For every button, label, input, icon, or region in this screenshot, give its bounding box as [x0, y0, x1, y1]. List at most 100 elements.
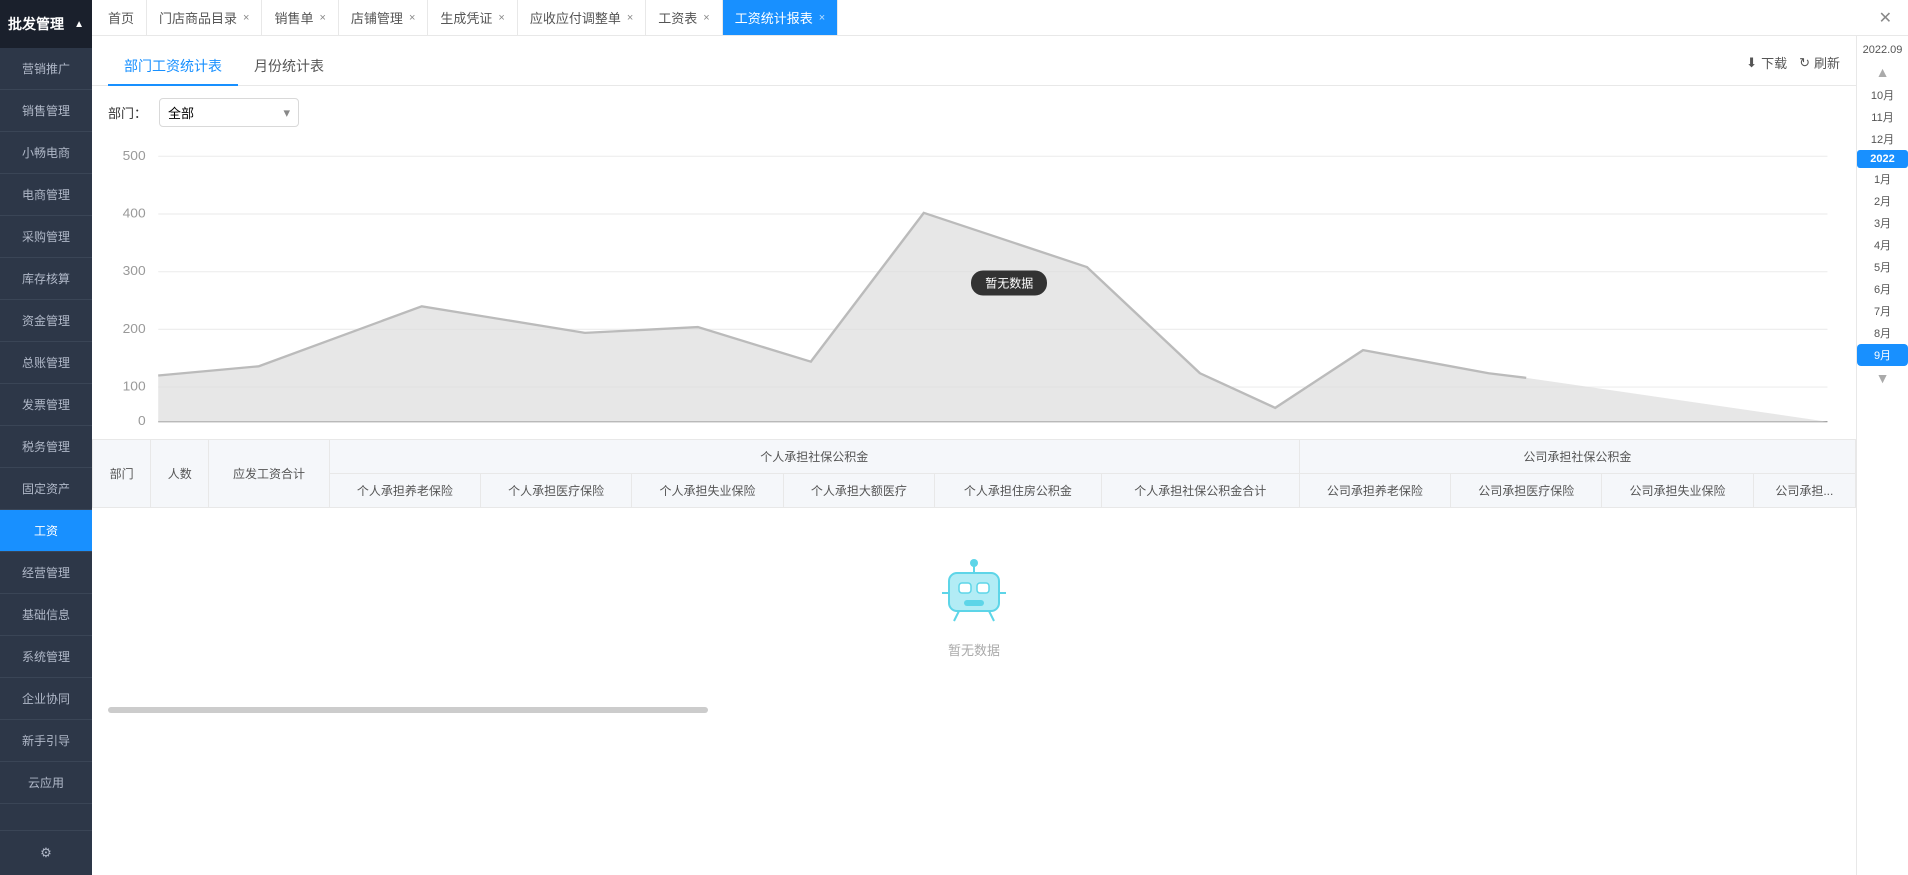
refresh-icon: ↻	[1799, 55, 1810, 71]
sidebar-item-电商管理[interactable]: 电商管理	[0, 174, 92, 216]
sub-tab-月份统计表[interactable]: 月份统计表	[238, 48, 340, 86]
sidebar-title: 批发管理	[8, 14, 64, 34]
timeline-year-label[interactable]: 2022.09	[1857, 40, 1908, 60]
download-button[interactable]: ⬇ 下载	[1746, 53, 1787, 72]
tab-close-icon[interactable]: ×	[409, 12, 415, 24]
sidebar-item-企业协同[interactable]: 企业协同	[0, 678, 92, 720]
data-table: 部门 人数 应发工资合计 个人承担社保公积金 公司承担社保公积金 个人承担养老保…	[92, 439, 1856, 699]
timeline-month-11[interactable]: 11月	[1857, 106, 1908, 128]
refresh-button[interactable]: ↻ 刷新	[1799, 53, 1840, 72]
sub-tab-actions: ⬇ 下载 ↻ 刷新	[1746, 53, 1840, 80]
timeline-year-2022[interactable]: 2022	[1857, 150, 1908, 168]
th-company-insurance: 公司承担社保公积金	[1299, 440, 1855, 474]
th-p-total: 个人承担社保公积金合计	[1101, 474, 1299, 508]
filter-bar: 部门： 全部 ▾	[92, 86, 1856, 139]
timeline-month-10[interactable]: 10月	[1857, 84, 1908, 106]
timeline-panel: 2022.09 ▲ 10月 11月 12月 2022 1月 2月 3月 4月 5…	[1856, 36, 1908, 875]
tab-list: 首页门店商品目录×销售单×店铺管理×生成凭证×应收应付调整单×工资表×工资统计报…	[96, 0, 1867, 36]
th-c-medical: 公司承担医疗保险	[1451, 474, 1602, 508]
tab-close-icon[interactable]: ×	[819, 12, 825, 24]
sidebar-item-固定资产[interactable]: 固定资产	[0, 468, 92, 510]
svg-text:300: 300	[123, 264, 146, 278]
tab-close-icon[interactable]: ×	[498, 12, 504, 24]
sidebar-item-经营管理[interactable]: 经营管理	[0, 552, 92, 594]
tab-生成凭证[interactable]: 生成凭证×	[428, 0, 517, 36]
svg-text:500: 500	[123, 148, 146, 162]
th-c-pension: 公司承担养老保险	[1299, 474, 1450, 508]
th-p-housing: 个人承担住房公积金	[935, 474, 1102, 508]
empty-robot-icon	[934, 548, 1014, 628]
sidebar-item-采购管理[interactable]: 采购管理	[0, 216, 92, 258]
tab-门店商品目录[interactable]: 门店商品目录×	[147, 0, 262, 36]
tab-工资表[interactable]: 工资表×	[646, 0, 722, 36]
tab-首页[interactable]: 首页	[96, 0, 147, 36]
tab-销售单[interactable]: 销售单×	[262, 0, 338, 36]
main-area: 首页门店商品目录×销售单×店铺管理×生成凭证×应收应付调整单×工资表×工资统计报…	[92, 0, 1908, 875]
timeline-month-8[interactable]: 8月	[1857, 322, 1908, 344]
timeline-up-arrow[interactable]: ▲	[1876, 60, 1890, 84]
timeline-month-2[interactable]: 2月	[1857, 190, 1908, 212]
sidebar-item-发票管理[interactable]: 发票管理	[0, 384, 92, 426]
sidebar-item-小畅电商[interactable]: 小畅电商	[0, 132, 92, 174]
sub-tabs: 部门工资统计表月份统计表 ⬇ 下载 ↻ 刷新	[92, 36, 1856, 86]
timeline-month-5[interactable]: 5月	[1857, 256, 1908, 278]
svg-text:400: 400	[123, 206, 146, 220]
sidebar-footer[interactable]: ⚙	[0, 830, 92, 875]
tab-close-icon[interactable]: ×	[703, 12, 709, 24]
timeline-month-6[interactable]: 6月	[1857, 278, 1908, 300]
download-label: 下载	[1761, 53, 1787, 72]
tab-close-icon[interactable]: ×	[243, 12, 249, 24]
sidebar-item-新手引导[interactable]: 新手引导	[0, 720, 92, 762]
chevron-down-icon: ▾	[283, 105, 290, 121]
sidebar-item-销售管理[interactable]: 销售管理	[0, 90, 92, 132]
th-p-pension: 个人承担养老保险	[329, 474, 480, 508]
filter-dept-value: 全部	[168, 103, 194, 122]
close-all-button[interactable]: ✕	[1867, 8, 1904, 28]
sidebar-item-系统管理[interactable]: 系统管理	[0, 636, 92, 678]
sidebar-header[interactable]: 批发管理 ▲	[0, 0, 92, 48]
tab-工资统计报表[interactable]: 工资统计报表×	[723, 0, 838, 36]
empty-label: 暂无数据	[948, 640, 1000, 659]
tab-bar: 首页门店商品目录×销售单×店铺管理×生成凭证×应收应付调整单×工资表×工资统计报…	[92, 0, 1908, 36]
refresh-label: 刷新	[1814, 53, 1840, 72]
timeline-month-1[interactable]: 1月	[1857, 168, 1908, 190]
sidebar-item-税务管理[interactable]: 税务管理	[0, 426, 92, 468]
th-c-more: 公司承担...	[1753, 474, 1855, 508]
settings-icon: ⚙	[40, 845, 52, 860]
timeline-month-4[interactable]: 4月	[1857, 234, 1908, 256]
page-content: 部门工资统计表月份统计表 ⬇ 下载 ↻ 刷新 部门： 全部 ▾	[92, 36, 1856, 875]
tab-close-icon[interactable]: ×	[319, 12, 325, 24]
sidebar-items: 营销推广销售管理小畅电商电商管理采购管理库存核算资金管理总账管理发票管理税务管理…	[0, 48, 92, 804]
table-header-row2: 个人承担养老保险 个人承担医疗保险 个人承担失业保险 个人承担大额医疗 个人承担…	[93, 474, 1856, 508]
sub-tab-部门工资统计表[interactable]: 部门工资统计表	[108, 48, 238, 86]
timeline-month-3[interactable]: 3月	[1857, 212, 1908, 234]
tab-应收应付调整单[interactable]: 应收应付调整单×	[518, 0, 646, 36]
svg-text:0: 0	[138, 414, 146, 428]
sidebar-item-营销推广[interactable]: 营销推广	[0, 48, 92, 90]
sidebar-item-总账管理[interactable]: 总账管理	[0, 342, 92, 384]
timeline-down-arrow[interactable]: ▼	[1876, 366, 1890, 390]
table-header-row1: 部门 人数 应发工资合计 个人承担社保公积金 公司承担社保公积金	[93, 440, 1856, 474]
table-container[interactable]: 部门 人数 应发工资合计 个人承担社保公积金 公司承担社保公积金 个人承担养老保…	[92, 439, 1856, 875]
tab-close-icon[interactable]: ×	[627, 12, 633, 24]
filter-dept-select[interactable]: 全部 ▾	[159, 98, 299, 127]
th-dept: 部门	[93, 440, 151, 508]
timeline-month-12[interactable]: 12月	[1857, 128, 1908, 150]
sidebar-item-基础信息[interactable]: 基础信息	[0, 594, 92, 636]
th-p-unemployment: 个人承担失业保险	[632, 474, 783, 508]
sidebar: 批发管理 ▲ 营销推广销售管理小畅电商电商管理采购管理库存核算资金管理总账管理发…	[0, 0, 92, 875]
chart-no-data-tooltip: 暂无数据	[971, 271, 1047, 296]
timeline-month-7[interactable]: 7月	[1857, 300, 1908, 322]
th-c-unemployment: 公司承担失业保险	[1602, 474, 1753, 508]
th-total-salary: 应发工资合计	[209, 440, 329, 508]
sidebar-item-工资[interactable]: 工资	[0, 510, 92, 552]
tab-店铺管理[interactable]: 店铺管理×	[339, 0, 428, 36]
chart-container: 500 400 300 200 100 0	[92, 139, 1856, 439]
svg-text:200: 200	[123, 321, 146, 335]
sidebar-item-库存核算[interactable]: 库存核算	[0, 258, 92, 300]
sidebar-item-云应用[interactable]: 云应用	[0, 762, 92, 804]
horizontal-scrollbar[interactable]	[108, 707, 708, 713]
empty-state: 暂无数据	[93, 508, 1856, 699]
sidebar-item-资金管理[interactable]: 资金管理	[0, 300, 92, 342]
timeline-month-9[interactable]: 9月	[1857, 344, 1908, 366]
